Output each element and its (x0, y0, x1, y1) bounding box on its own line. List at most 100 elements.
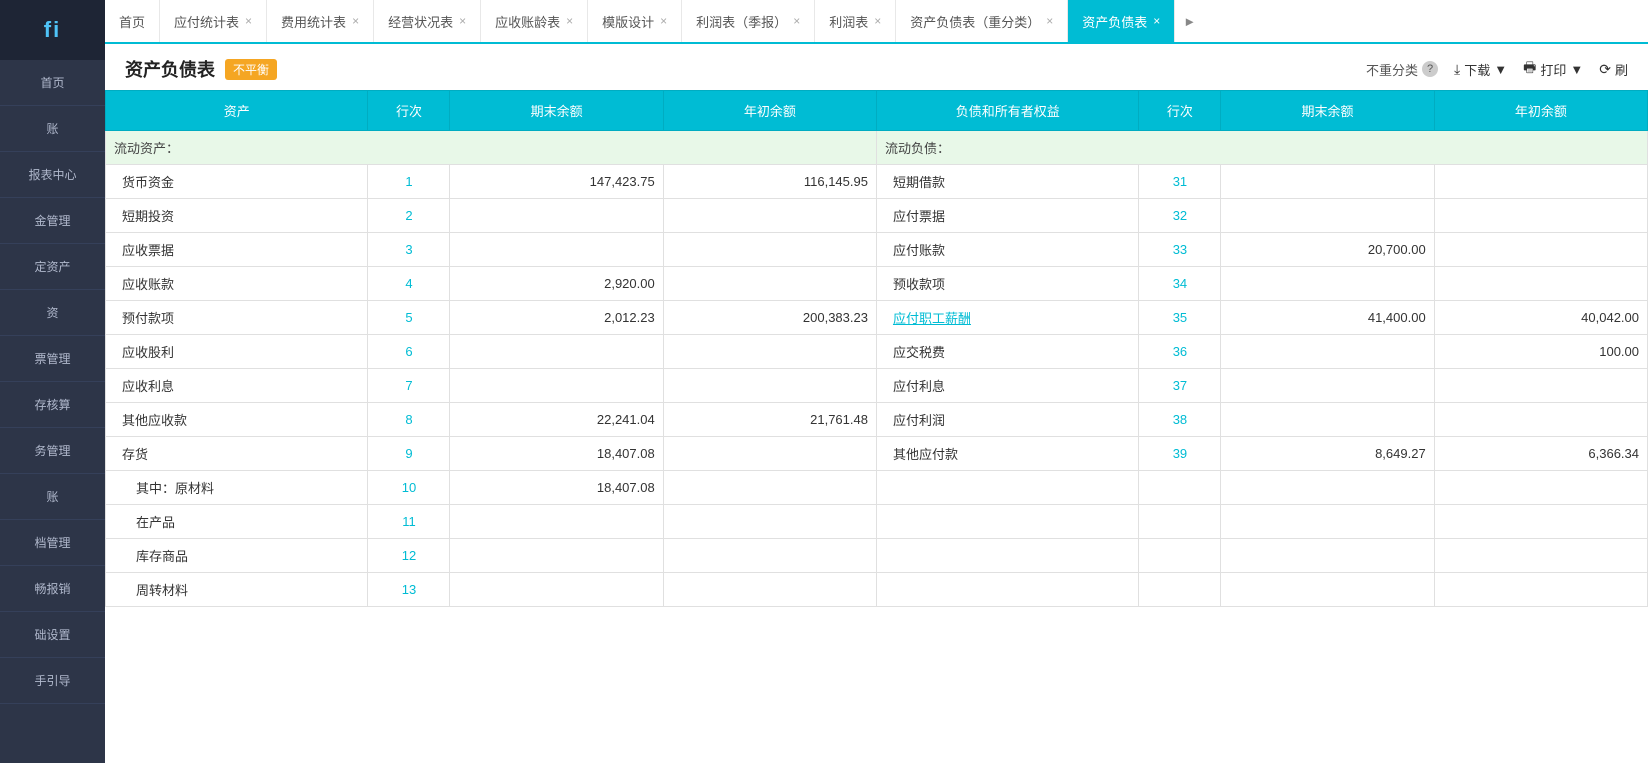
sidebar-item-ledger[interactable]: 账 (0, 474, 105, 520)
tab-template-design[interactable]: 模版设计 × (588, 0, 682, 42)
row-num2: 38 (1139, 403, 1221, 437)
sidebar-item-ticket-mgmt[interactable]: 票管理 (0, 336, 105, 382)
sidebar-item-settings[interactable]: 础设置 (0, 612, 105, 658)
asset-label: 周转材料 (106, 573, 368, 607)
end-amount2: 20,700.00 (1221, 233, 1434, 267)
row-num: 11 (368, 505, 450, 539)
table-row: 其他应收款 8 22,241.04 21,761.48 应付利润 38 (106, 403, 1648, 437)
sidebar-item-cash-mgmt[interactable]: 金管理 (0, 198, 105, 244)
header-rownum2: 行次 (1139, 91, 1221, 131)
tab-income[interactable]: 利润表 × (815, 0, 896, 42)
sidebar-item-account[interactable]: 账 (0, 106, 105, 152)
end-amount (450, 505, 663, 539)
header-begin-balance2: 年初余额 (1434, 91, 1647, 131)
liability-label (876, 539, 1138, 573)
row-num2 (1139, 471, 1221, 505)
begin-amount (663, 267, 876, 301)
refresh-button[interactable]: ⟳ 刷 (1599, 60, 1628, 79)
row-num: 1 (368, 165, 450, 199)
tab-balance-reclassify[interactable]: 资产负债表（重分类） × (896, 0, 1068, 42)
sidebar-item-inventory[interactable]: 存核算 (0, 382, 105, 428)
download-label: 下载 (1464, 60, 1490, 79)
tab-balance-sheet[interactable]: 资产负债表 × (1068, 0, 1175, 42)
liability-label: 应付票据 (876, 199, 1138, 233)
end-amount2 (1221, 539, 1434, 573)
end-amount2: 41,400.00 (1221, 301, 1434, 335)
row-num: 5 (368, 301, 450, 335)
sidebar-item-report-center[interactable]: 报表中心 (0, 152, 105, 198)
tab-payable-stats-close[interactable]: × (245, 14, 252, 28)
row-num: 7 (368, 369, 450, 403)
tab-receivable-aging-label: 应收账龄表 (495, 12, 560, 31)
liability-label: 应付职工薪酬 (876, 301, 1138, 335)
print-button[interactable]: 🖶 打印 ▼ (1523, 57, 1583, 81)
page-title: 资产负债表 (125, 56, 215, 82)
row-num2: 31 (1139, 165, 1221, 199)
sidebar-item-guide[interactable]: 手引导 (0, 658, 105, 704)
asset-label: 存货 (106, 437, 368, 471)
begin-amount2 (1434, 573, 1647, 607)
row-num2: 37 (1139, 369, 1221, 403)
tab-receivable-aging-close[interactable]: × (566, 14, 573, 28)
tab-income-label: 利润表 (829, 12, 868, 31)
tab-expense-stats[interactable]: 费用统计表 × (267, 0, 374, 42)
print-label: 打印 (1540, 60, 1566, 79)
asset-label: 应收股利 (106, 335, 368, 369)
sidebar-item-expense[interactable]: 畅报销 (0, 566, 105, 612)
table-row: 应收股利 6 应交税费 36 100.00 (106, 335, 1648, 369)
not-reclassify-label: 不重分类 (1366, 60, 1418, 79)
table-row: 预付款项 5 2,012.23 200,383.23 应付职工薪酬 35 41,… (106, 301, 1648, 335)
end-amount2 (1221, 335, 1434, 369)
tab-receivable-aging[interactable]: 应收账龄表 × (481, 0, 588, 42)
end-amount2 (1221, 199, 1434, 233)
tab-business-status-close[interactable]: × (459, 14, 466, 28)
table-row: 短期投资 2 应付票据 32 (106, 199, 1648, 233)
row-num2: 36 (1139, 335, 1221, 369)
begin-amount (663, 471, 876, 505)
end-amount: 2,012.23 (450, 301, 663, 335)
sidebar-item-archive[interactable]: 档管理 (0, 520, 105, 566)
begin-amount: 200,383.23 (663, 301, 876, 335)
tab-template-design-close[interactable]: × (660, 14, 667, 28)
tab-income-quarterly[interactable]: 利润表（季报） × (682, 0, 815, 42)
tab-home[interactable]: 首页 (105, 0, 160, 42)
tab-balance-reclassify-close[interactable]: × (1046, 14, 1053, 28)
liability-label (876, 505, 1138, 539)
sidebar-item-home[interactable]: 首页 (0, 60, 105, 106)
row-num2 (1139, 539, 1221, 573)
liability-label: 应交税费 (876, 335, 1138, 369)
begin-amount2: 40,042.00 (1434, 301, 1647, 335)
end-amount (450, 369, 663, 403)
tab-payable-stats[interactable]: 应付统计表 × (160, 0, 267, 42)
tab-income-quarterly-label: 利润表（季报） (696, 12, 787, 31)
content-area: 资产负债表 不平衡 不重分类 ? ⤓ 下载 ▼ 🖶 打印 ▼ (105, 44, 1648, 763)
download-button[interactable]: ⤓ 下载 ▼ (1454, 60, 1507, 79)
row-num2 (1139, 505, 1221, 539)
tab-balance-sheet-close[interactable]: × (1153, 14, 1160, 28)
end-amount2 (1221, 267, 1434, 301)
end-amount2 (1221, 573, 1434, 607)
begin-amount2 (1434, 369, 1647, 403)
asset-label: 货币资金 (106, 165, 368, 199)
tab-income-quarterly-close[interactable]: × (793, 14, 800, 28)
begin-amount (663, 539, 876, 573)
header-actions: 不重分类 ? ⤓ 下载 ▼ 🖶 打印 ▼ ⟳ 刷 (1366, 57, 1628, 81)
tab-expense-stats-label: 费用统计表 (281, 12, 346, 31)
help-icon[interactable]: ? (1422, 61, 1438, 77)
tab-bar: 首页 应付统计表 × 费用统计表 × 经营状况表 × 应收账龄表 × 模版设计 … (105, 0, 1648, 44)
tab-income-close[interactable]: × (874, 14, 881, 28)
tab-business-status[interactable]: 经营状况表 × (374, 0, 481, 42)
sidebar-item-fixed-assets[interactable]: 定资产 (0, 244, 105, 290)
table-row: 其中：原材料 10 18,407.08 (106, 471, 1648, 505)
asset-label: 在产品 (106, 505, 368, 539)
sidebar-item-investment[interactable]: 资 (0, 290, 105, 336)
row-num2 (1139, 573, 1221, 607)
row-num2: 34 (1139, 267, 1221, 301)
row-num: 13 (368, 573, 450, 607)
end-amount: 18,407.08 (450, 437, 663, 471)
not-reclassify[interactable]: 不重分类 ? (1366, 60, 1438, 79)
tab-scroll-right[interactable]: ► (1175, 0, 1204, 42)
sidebar-item-business-mgmt[interactable]: 务管理 (0, 428, 105, 474)
tab-expense-stats-close[interactable]: × (352, 14, 359, 28)
row-num2: 33 (1139, 233, 1221, 267)
